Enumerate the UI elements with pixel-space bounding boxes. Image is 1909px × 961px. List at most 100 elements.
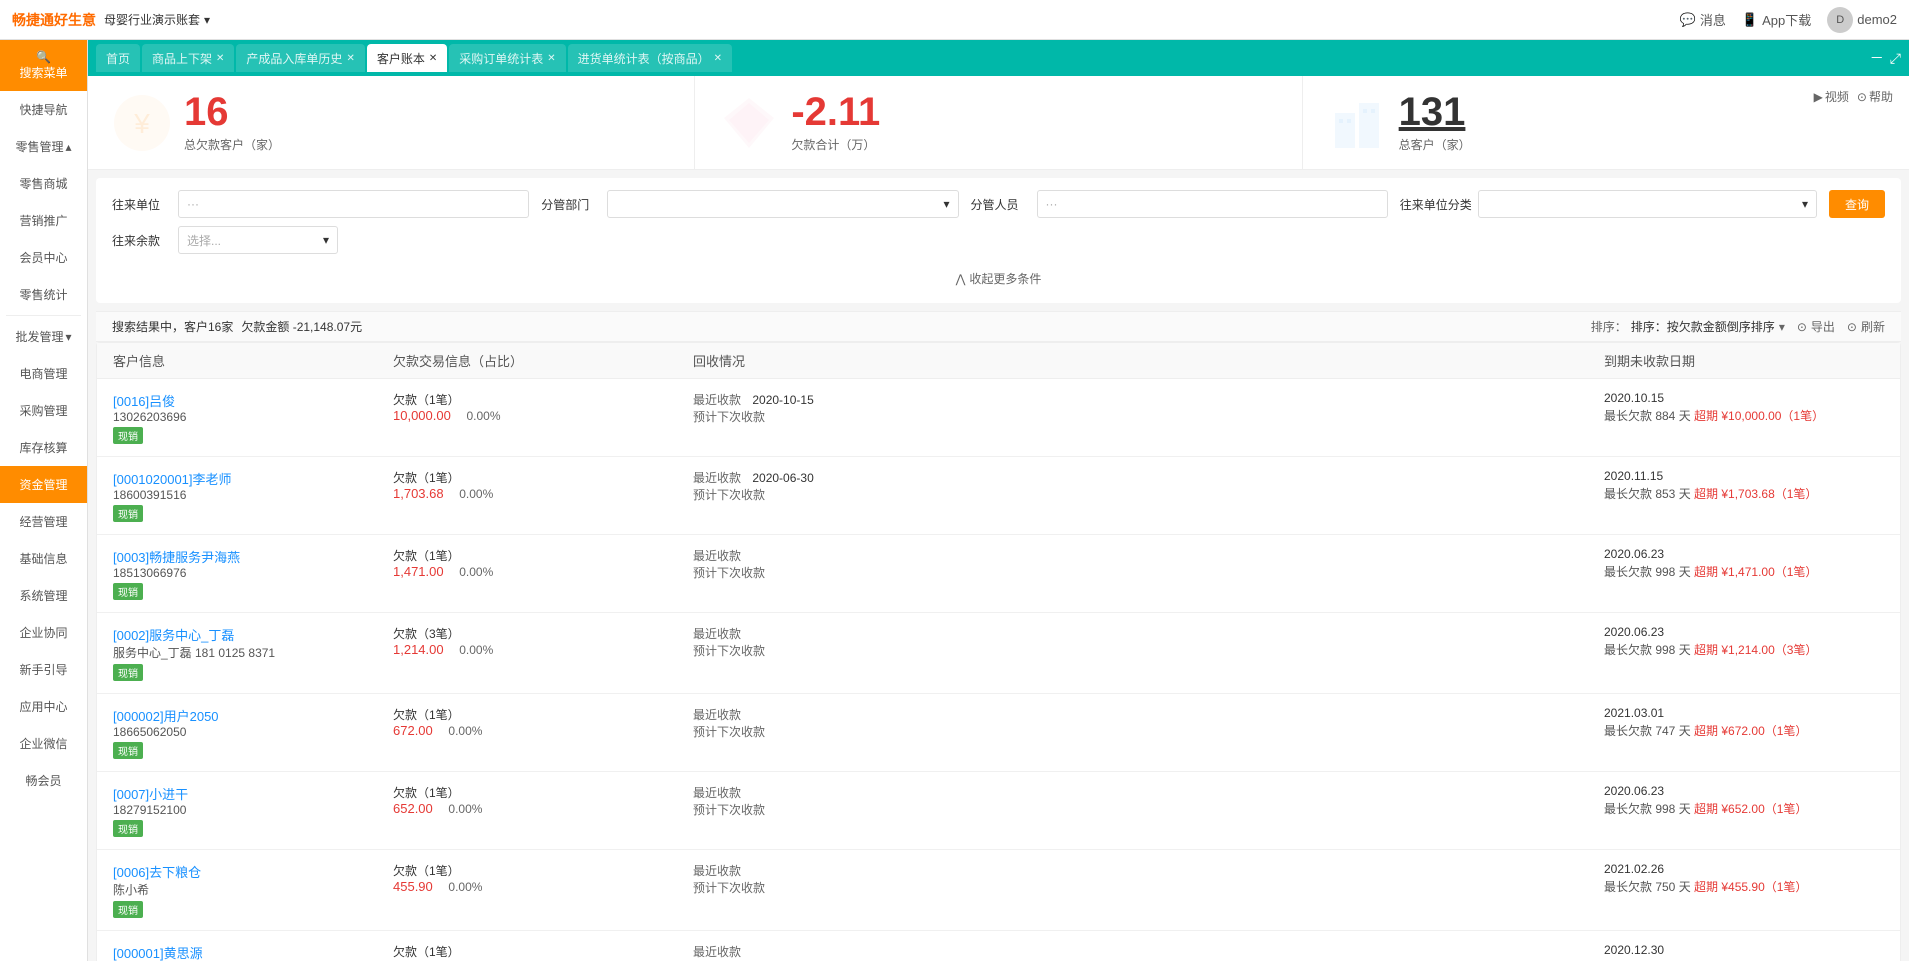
tab-purchase-order-stats[interactable]: 采购订单统计表 ✕ [449,44,565,72]
sidebar-item-marketing[interactable]: 营销推广 [0,202,87,239]
department-select[interactable]: ▾ [607,190,958,218]
message-btn[interactable]: 💬 消息 [1680,10,1726,29]
store-chevron: ▾ [204,13,210,27]
overdue-date: 2020.06.23 [1604,784,1884,798]
video-btn[interactable]: ▶ 视频 [1814,88,1849,105]
balance-chevron: ▾ [323,233,329,247]
balance-select[interactable]: 选择... ▾ [178,226,338,254]
tab-product-status[interactable]: 商品上下架 ✕ [142,44,234,72]
sidebar-item-ops-mgmt[interactable]: 经营管理 [0,503,87,540]
customer-tag: 现销 [113,901,143,918]
overdue-link[interactable]: 超期 ¥455.90（1笔） [1694,880,1807,894]
overdue-info: 最长欠款 998 天 超期 ¥1,214.00（3笔） [1604,641,1884,658]
tab-customer-account[interactable]: 客户账本 ✕ [367,44,447,72]
customer-id-link[interactable]: [0002]服务中心_丁磊 [113,625,393,644]
store-label: 母婴行业演示账套 [104,11,200,28]
overdue-link[interactable]: 超期 ¥1,471.00（1笔） [1694,565,1817,579]
tab-minimize-btn[interactable]: － [1870,48,1884,68]
customer-id-link[interactable]: [0006]去下粮仓 [113,862,393,881]
overdue-link[interactable]: 超期 ¥1,703.68（1笔） [1694,487,1817,501]
collapse-btn[interactable]: ⋀ 收起更多条件 [112,266,1885,291]
sidebar-item-enterprise-wx[interactable]: 企业微信 [0,725,87,762]
user-menu[interactable]: D demo2 [1827,7,1897,33]
last-payment: 最近收款 2020-10-15 [693,391,1604,408]
sidebar-item-search-menu[interactable]: 🔍 搜索菜单 [0,40,87,91]
app-download-btn[interactable]: 📱 App下载 [1742,10,1811,29]
overdue-cell: 2020.11.15 最长欠款 853 天 超期 ¥1,703.68（1笔） [1604,469,1884,502]
sort-label: 排序： 排序：按欠款金额倒序排序 ▾ [1591,318,1785,335]
col-header-customer: 客户信息 [113,351,393,370]
balance-label: 往来余款 [112,232,172,249]
refresh-btn[interactable]: ⊙ 刷新 [1847,318,1885,335]
overdue-link[interactable]: 超期 ¥652.00（1笔） [1694,802,1807,816]
overdue-info: 最长欠款 998 天 超期 ¥1,471.00（1笔） [1604,563,1884,580]
tab-bar-right: － ⤢ [1870,48,1901,68]
balance-placeholder: 选择... [187,232,221,249]
sidebar-item-purchase-mgmt[interactable]: 采购管理 [0,392,87,429]
tab-close-purchase-order-stats[interactable]: ✕ [547,53,555,64]
overdue-link[interactable]: 超期 ¥1,214.00（3笔） [1694,643,1817,657]
export-icon: ⊙ [1797,320,1807,334]
overdue-date: 2020.06.23 [1604,625,1884,639]
customer-id-link[interactable]: [0001020001]李老师 [113,469,393,488]
debt-count: 欠款（1笔） [393,391,693,408]
overdue-date: 2020.06.23 [1604,547,1884,561]
payment-info-cell: 最近收款 预计下次收款 [693,706,1604,740]
results-summary: 搜索结果中，客户16家 [112,318,233,335]
sidebar-item-app-center[interactable]: 应用中心 [0,688,87,725]
search-button[interactable]: 查询 [1829,190,1885,218]
tab-close-customer-account[interactable]: ✕ [429,53,437,64]
layout: 🔍 搜索菜单 快捷导航 零售管理 ▴ 零售商城 营销推广 会员中心 零售统计 批… [0,40,1909,961]
sidebar-item-new-guide[interactable]: 新手引导 [0,651,87,688]
diamond-icon [719,93,779,153]
sidebar-item-member-plus[interactable]: 畅会员 [0,762,87,799]
customer-id-link[interactable]: [000001]黄思源 [113,943,393,961]
sidebar-item-retail-stats[interactable]: 零售统计 [0,276,87,313]
tab-purchase-stats-product[interactable]: 进货单统计表（按商品） ✕ [568,44,732,72]
sidebar-item-retail-mgmt[interactable]: 零售管理 ▴ [0,128,87,165]
sidebar-item-inventory[interactable]: 库存核算 [0,429,87,466]
customer-id-link[interactable]: [000002]用户2050 [113,706,393,725]
sidebar-item-members[interactable]: 会员中心 [0,239,87,276]
sidebar-item-basic-info[interactable]: 基础信息 [0,540,87,577]
overdue-info: 最长欠款 853 天 超期 ¥1,703.68（1笔） [1604,485,1884,502]
overdue-cell: 2021.02.26 最长欠款 750 天 超期 ¥455.90（1笔） [1604,862,1884,895]
overdue-info: 最长欠款 750 天 超期 ¥455.90（1笔） [1604,878,1884,895]
help-btn[interactable]: ⊙ 帮助 [1857,88,1893,105]
debt-count: 欠款（1笔） [393,706,693,723]
customer-info-cell: [0007]小进干 18279152100 现销 [113,784,393,837]
overdue-info: 最长欠款 884 天 超期 ¥10,000.00（1笔） [1604,407,1884,424]
sidebar-item-system-mgmt[interactable]: 系统管理 [0,577,87,614]
export-btn[interactable]: ⊙ 导出 [1797,318,1835,335]
tab-close-purchase-stats-product[interactable]: ✕ [714,53,722,64]
from-unit-input[interactable]: ··· [178,190,529,218]
debt-info-cell: 欠款（1笔） 429.00 0.00% [393,943,693,961]
overdue-link[interactable]: 超期 ¥10,000.00（1笔） [1694,409,1824,423]
payment-info-cell: 最近收款 预计下次收款 [693,943,1604,961]
sidebar-item-ecommerce[interactable]: 电商管理 [0,355,87,392]
customer-info-cell: [0016]吕俊 13026203696 现销 [113,391,393,444]
sidebar-item-batch-mgmt[interactable]: 批发管理 ▾ [0,318,87,355]
debt-info-cell: 欠款（1笔） 652.00 0.00% [393,784,693,816]
overdue-link[interactable]: 超期 ¥672.00（1笔） [1694,724,1807,738]
filter-row-1: 往来单位 ··· 分管部门 ▾ 分管人员 [112,190,1885,218]
staff-input[interactable]: ··· [1037,190,1388,218]
store-select[interactable]: 母婴行业演示账套 ▾ [104,11,210,28]
last-payment: 最近收款 [693,706,1604,723]
customer-id-link[interactable]: [0003]畅捷服务尹海燕 [113,547,393,566]
results-bar-left: 搜索结果中，客户16家 欠款金额 -21,148.07元 [112,318,362,335]
sidebar-item-enterprise-collab[interactable]: 企业协同 [0,614,87,651]
tab-production-history[interactable]: 产成品入库单历史 ✕ [236,44,364,72]
unit-category-select[interactable]: ▾ [1478,190,1817,218]
customer-phone: 服务中心_丁磊 181 0125 8371 [113,644,393,661]
tab-close-production-history[interactable]: ✕ [346,53,354,64]
tab-expand-btn[interactable]: ⤢ [1890,50,1901,67]
customer-id-link[interactable]: [0016]吕俊 [113,391,393,410]
sidebar-item-quick-nav[interactable]: 快捷导航 [0,91,87,128]
customer-id-link[interactable]: [0007]小进干 [113,784,393,803]
tab-home[interactable]: 首页 [96,44,140,72]
sidebar-item-retail-store[interactable]: 零售商城 [0,165,87,202]
tab-close-product-status[interactable]: ✕ [216,53,224,64]
stat-card-total-customers: 131 总客户（家） ▶ 视频 ⊙ 帮助 [1302,76,1909,169]
sidebar-item-finance[interactable]: 资金管理 [0,466,87,503]
